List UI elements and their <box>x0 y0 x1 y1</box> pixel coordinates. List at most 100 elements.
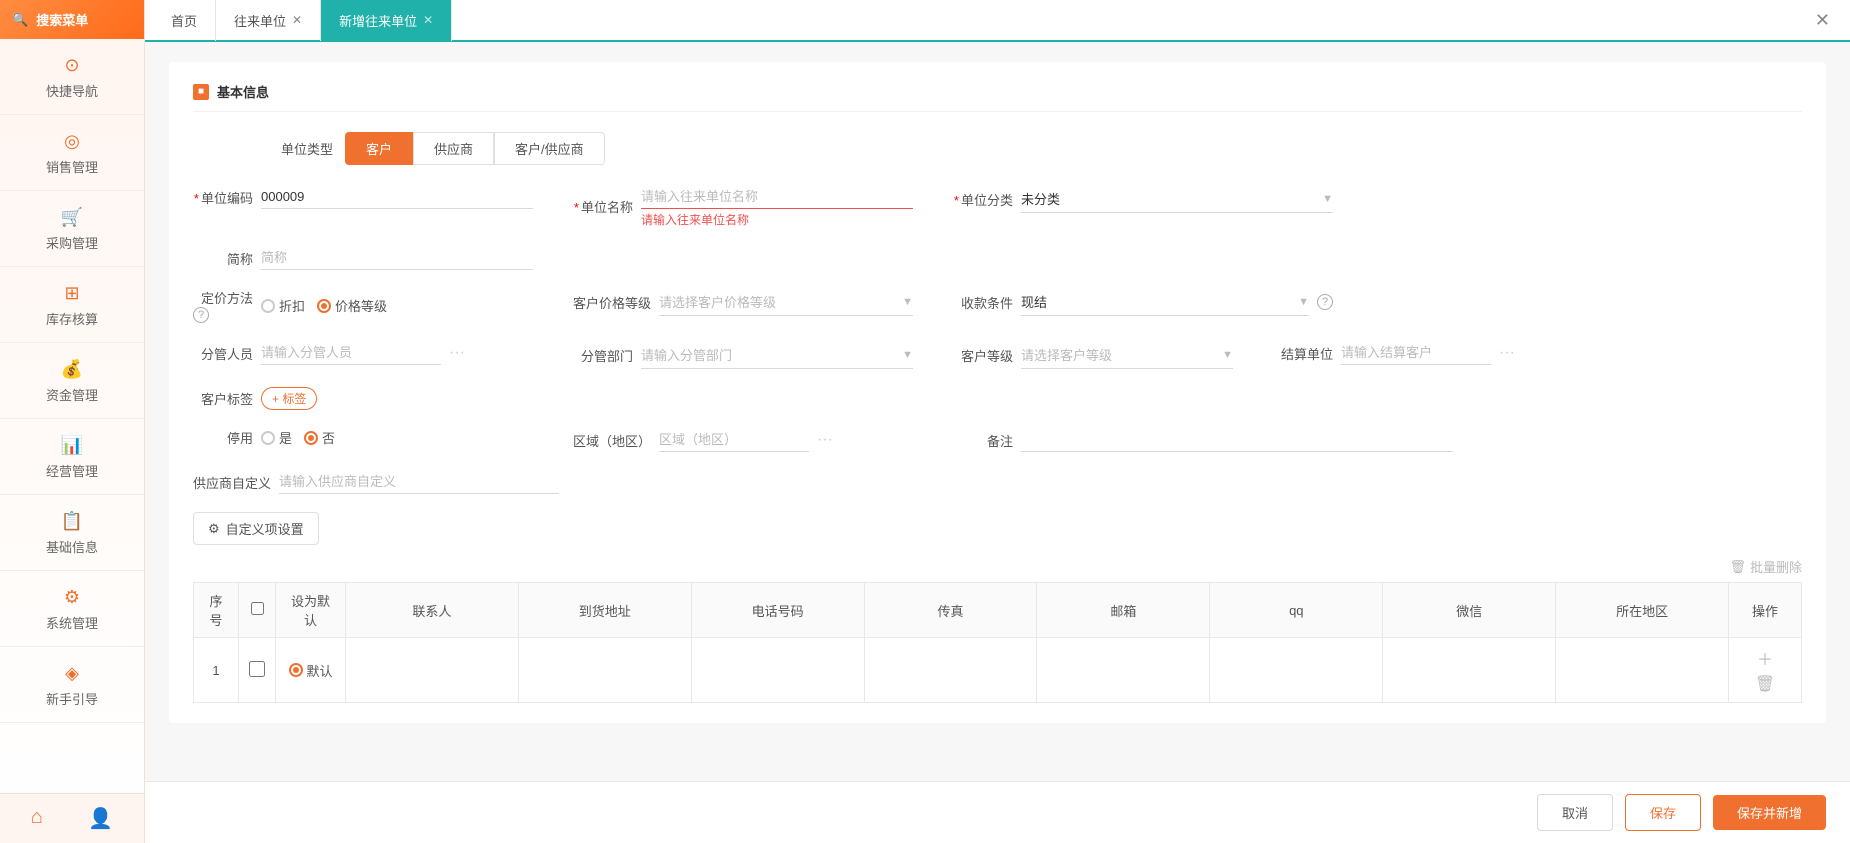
cell-region <box>1556 638 1729 703</box>
customer-price-level-chevron: ▼ <box>902 296 913 308</box>
customer-price-level-select[interactable]: 请选择客户价格等级 ▼ <box>659 288 913 316</box>
field-customer-price-level: 客户价格等级 请选择客户价格等级 ▼ <box>573 288 913 316</box>
sidebar-header[interactable]: 🔍 搜索菜单 <box>0 0 144 39</box>
col-header-0: 序号 <box>194 583 239 638</box>
payment-terms-select[interactable]: 现结 ▼ <box>1021 288 1309 316</box>
batch-delete-button[interactable]: 🗑 批量删除 <box>1729 557 1802 576</box>
add-row-button[interactable]: ＋ <box>1753 644 1777 672</box>
settlement-input[interactable] <box>1341 341 1491 365</box>
footer-bar: 取消 保存 保存并新增 <box>145 781 1850 843</box>
finance-icon: 💰 <box>60 357 84 381</box>
fax-input[interactable] <box>875 663 1027 678</box>
system-icon: ⚙ <box>60 585 84 609</box>
qq-input[interactable] <box>1220 663 1372 678</box>
customer-level-select[interactable]: 请选择客户等级 ▼ <box>1021 341 1233 369</box>
sidebar-search-label[interactable]: 搜索菜单 <box>36 10 88 29</box>
field-short-name: 简称 <box>193 246 533 270</box>
department-select[interactable]: 请输入分管部门 ▼ <box>641 341 913 369</box>
btn-customer[interactable]: 客户 <box>345 132 413 165</box>
pricing-discount-radio[interactable] <box>261 299 275 313</box>
sidebar-item-inventory[interactable]: ⊞ 库存核算 <box>0 267 144 343</box>
sidebar-label-operation: 经营管理 <box>46 461 98 480</box>
main-area: 首页 往来单位 ✕ 新增往来单位 ✕ ✕ ■ 基本信息 单位类型 客户 供应商 <box>145 0 1850 843</box>
disabled-label: 停用 <box>193 428 253 447</box>
custom-settings-button[interactable]: ⚙ 自定义项设置 <box>193 512 319 545</box>
unit-name-input[interactable] <box>641 185 913 209</box>
select-all-checkbox[interactable] <box>251 602 264 615</box>
phone-input[interactable] <box>702 663 854 678</box>
save-new-button[interactable]: 保存并新增 <box>1713 795 1826 830</box>
tab-home[interactable]: 首页 <box>153 0 216 41</box>
payment-terms-chevron: ▼ <box>1298 296 1309 308</box>
row-checkbox[interactable] <box>249 661 265 677</box>
sidebar-label-finance: 资金管理 <box>46 385 98 404</box>
pricing-discount-option[interactable]: 折扣 <box>261 296 305 315</box>
cancel-button[interactable]: 取消 <box>1537 794 1613 831</box>
wechat-input[interactable] <box>1393 663 1545 678</box>
sidebar-item-finance[interactable]: 💰 资金管理 <box>0 343 144 419</box>
region-input[interactable] <box>1566 663 1718 678</box>
sidebar-item-guide[interactable]: ◈ 新手引导 <box>0 647 144 723</box>
col-header-3: 联系人 <box>345 583 518 638</box>
unit-category-select[interactable]: 未分类 ▼ <box>1021 185 1333 213</box>
region-input[interactable] <box>659 428 809 452</box>
delete-row-button[interactable]: 🗑 <box>1751 672 1779 696</box>
unit-code-input[interactable] <box>261 185 533 209</box>
pricing-help-icon[interactable]: ? <box>193 307 209 323</box>
supplier-custom-label: 供应商自定义 <box>193 473 271 492</box>
disabled-no-radio[interactable] <box>304 431 318 445</box>
department-label: 分管部门 <box>573 346 633 365</box>
user-icon[interactable]: 👤 <box>88 806 113 831</box>
disabled-yes-radio[interactable] <box>261 431 275 445</box>
disabled-no-option[interactable]: 否 <box>304 428 335 447</box>
sidebar-item-quick-nav[interactable]: ⊙ 快捷导航 <box>0 39 144 115</box>
payment-help-icon[interactable]: ? <box>1317 294 1333 310</box>
region-more-icon[interactable]: ··· <box>817 431 833 449</box>
address-input[interactable] <box>529 663 681 678</box>
short-name-input[interactable] <box>261 246 533 270</box>
close-all-tabs[interactable]: ✕ <box>1803 10 1842 31</box>
sidebar-item-purchase[interactable]: 🛒 采购管理 <box>0 191 144 267</box>
remark-input[interactable] <box>1021 428 1453 452</box>
col-header-11: 操作 <box>1729 583 1802 638</box>
close-contacts-tab[interactable]: ✕ <box>292 13 302 27</box>
sidebar-item-sales[interactable]: ◎ 销售管理 <box>0 115 144 191</box>
cell-contact <box>345 638 518 703</box>
customer-level-text: 请选择客户等级 <box>1021 345 1218 364</box>
default-label: 默认 <box>307 661 333 680</box>
sidebar-item-operation[interactable]: 📊 经营管理 <box>0 419 144 495</box>
tab-new-contact[interactable]: 新增往来单位 ✕ <box>321 0 452 41</box>
sidebar-item-basic[interactable]: 📋 基础信息 <box>0 495 144 571</box>
manager-input[interactable] <box>261 341 441 365</box>
basic-info-card: ■ 基本信息 单位类型 客户 供应商 客户/供应商 *单位编码 <box>169 62 1826 723</box>
cell-fax <box>864 638 1037 703</box>
home-icon[interactable]: ⌂ <box>31 806 43 831</box>
email-input[interactable] <box>1047 663 1199 678</box>
btn-supplier[interactable]: 供应商 <box>413 132 494 165</box>
col-header-8: qq <box>1210 583 1383 638</box>
col-header-4: 到货地址 <box>518 583 691 638</box>
unit-name-label: *单位名称 <box>573 197 633 216</box>
field-customer-tag: 客户标签 + 标签 <box>193 387 1802 410</box>
disabled-yes-option[interactable]: 是 <box>261 428 292 447</box>
btn-customer-supplier[interactable]: 客户/供应商 <box>494 132 605 165</box>
add-tag-button[interactable]: + 标签 <box>261 387 317 410</box>
settlement-more-icon[interactable]: ··· <box>1499 344 1515 362</box>
default-radio[interactable] <box>289 663 303 677</box>
department-chevron: ▼ <box>902 349 913 361</box>
row-no: 1 <box>194 638 239 703</box>
default-radio-label[interactable]: 默认 <box>286 661 335 680</box>
supplier-custom-input[interactable] <box>279 470 559 494</box>
save-button[interactable]: 保存 <box>1625 794 1701 831</box>
contact-input[interactable] <box>356 663 508 678</box>
cell-qq <box>1210 638 1383 703</box>
remark-label: 备注 <box>953 431 1013 450</box>
close-new-contact-tab[interactable]: ✕ <box>423 13 433 27</box>
pricing-grade-option[interactable]: 价格等级 <box>317 296 387 315</box>
tab-contacts[interactable]: 往来单位 ✕ <box>216 0 321 41</box>
manager-more-icon[interactable]: ··· <box>449 344 465 362</box>
quick-nav-icon: ⊙ <box>60 53 84 77</box>
pricing-grade-radio[interactable] <box>317 299 331 313</box>
sidebar-item-system[interactable]: ⚙ 系统管理 <box>0 571 144 647</box>
sidebar-label-system: 系统管理 <box>46 613 98 632</box>
